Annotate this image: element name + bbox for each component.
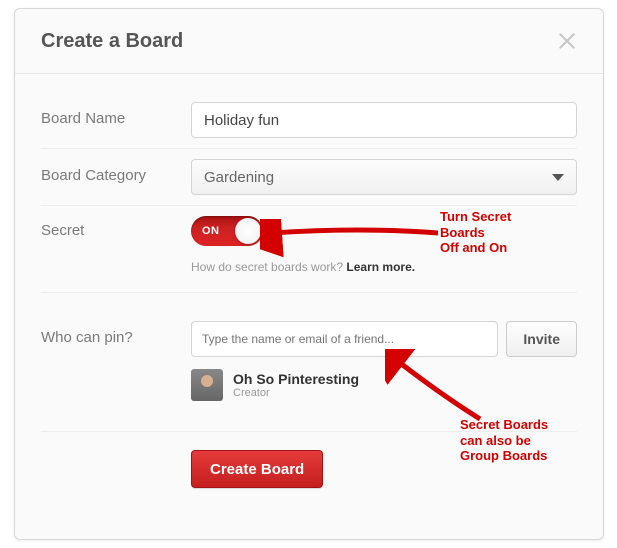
board-name-label: Board Name bbox=[41, 102, 191, 127]
board-category-value: Gardening bbox=[204, 169, 274, 186]
caret-down-icon bbox=[552, 174, 564, 181]
modal-header: Create a Board bbox=[15, 9, 603, 74]
secret-help-text: How do secret boards work? Learn more. bbox=[191, 260, 577, 274]
creator-name: Oh So Pinteresting bbox=[233, 371, 359, 387]
learn-more-link[interactable]: Learn more. bbox=[346, 260, 415, 274]
secret-label: Secret bbox=[41, 216, 191, 239]
board-category-select[interactable]: Gardening bbox=[191, 159, 577, 195]
who-can-pin-row: Who can pin? Invite Oh So Pinteresting C… bbox=[41, 293, 577, 419]
invite-button[interactable]: Invite bbox=[506, 321, 577, 357]
avatar bbox=[191, 369, 223, 401]
creator-role: Creator bbox=[233, 387, 359, 399]
who-can-pin-label: Who can pin? bbox=[41, 321, 191, 346]
help-prefix: How do secret boards work? bbox=[191, 260, 346, 274]
invite-friend-input[interactable] bbox=[191, 321, 498, 357]
modal-title: Create a Board bbox=[41, 30, 183, 53]
create-board-modal: Create a Board Board Name Board Category… bbox=[14, 8, 604, 540]
toggle-knob bbox=[235, 218, 261, 244]
close-icon bbox=[557, 31, 577, 51]
toggle-on-text: ON bbox=[202, 225, 220, 237]
board-name-input[interactable] bbox=[191, 102, 577, 138]
board-category-label: Board Category bbox=[41, 159, 191, 184]
board-name-row: Board Name bbox=[41, 92, 577, 149]
close-button[interactable] bbox=[553, 27, 581, 55]
annotation-secret-toggle: Turn Secret Boards Off and On bbox=[440, 209, 511, 256]
creator-row: Oh So Pinteresting Creator bbox=[191, 369, 577, 401]
create-board-button[interactable]: Create Board bbox=[191, 450, 323, 488]
board-category-row: Board Category Gardening bbox=[41, 149, 577, 206]
annotation-group-boards: Secret Boards can also be Group Boards bbox=[460, 417, 548, 464]
secret-toggle[interactable]: ON bbox=[191, 216, 263, 246]
